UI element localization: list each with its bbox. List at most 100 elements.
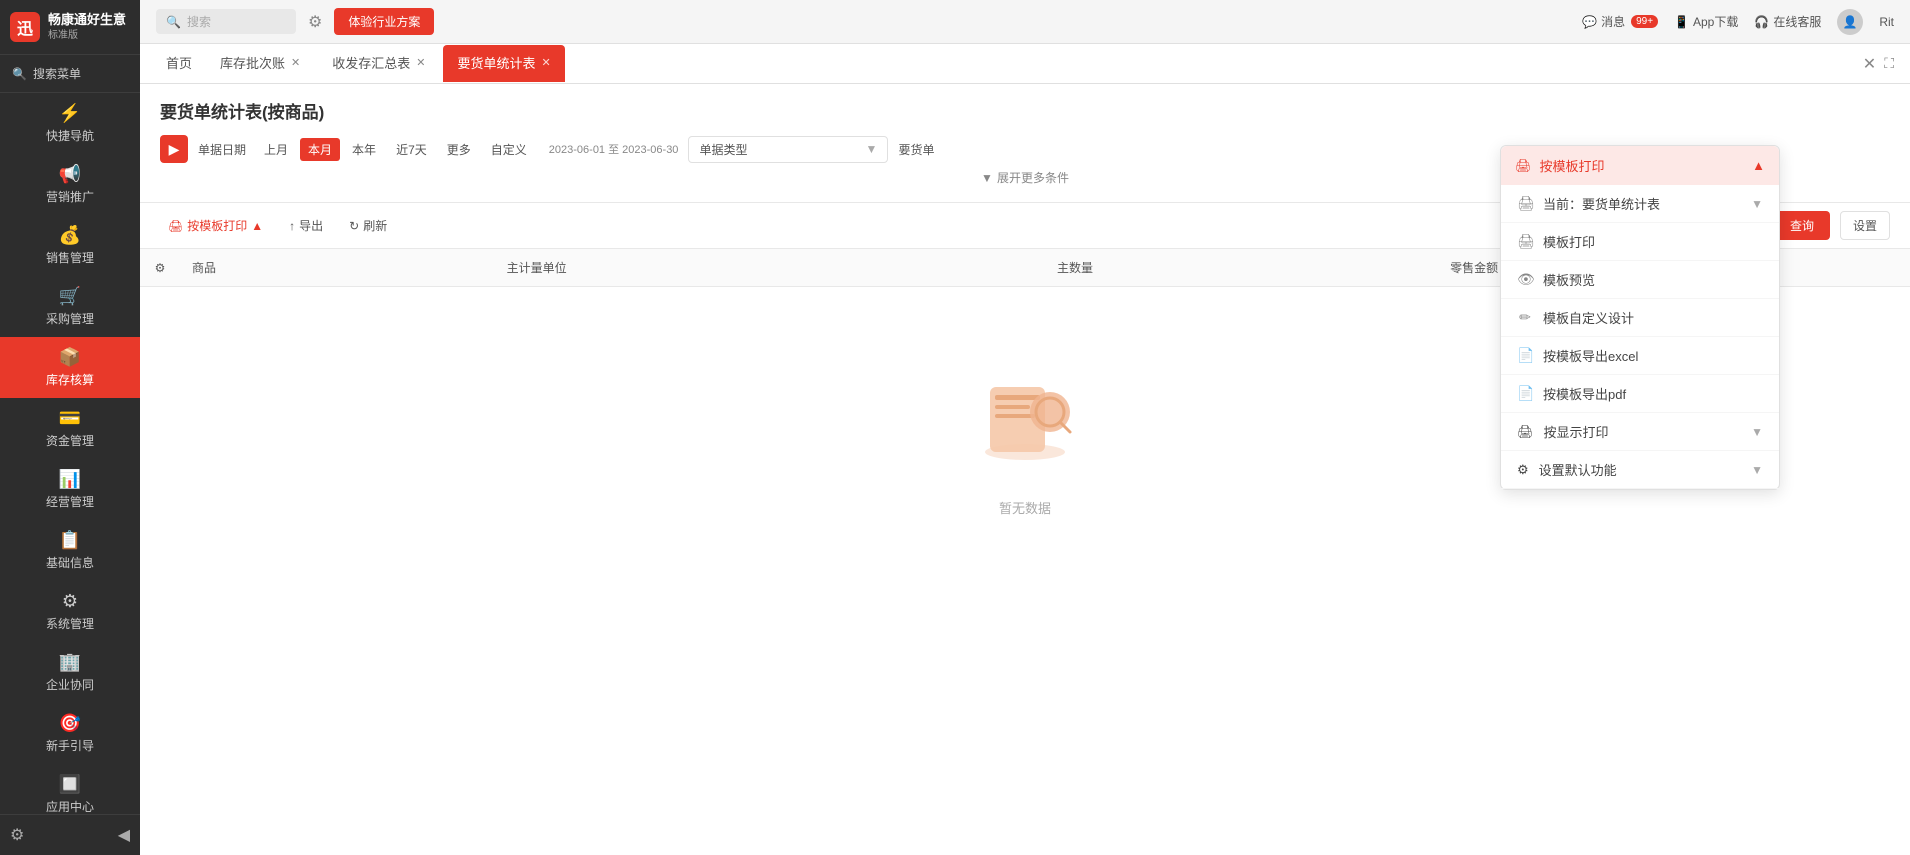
online-service-btn[interactable]: 🎧 在线客服 (1754, 13, 1821, 30)
table-col-quantity: 主数量 (1045, 249, 1438, 287)
logo-text: 畅康通好生意 标准版 (48, 12, 126, 42)
current-expand-arrow: ▼ (1751, 197, 1763, 211)
sidebar-item-marketing[interactable]: 📢 营销推广 (0, 154, 140, 215)
print-template-btn[interactable]: 🖨 按模板打印 ▲ (160, 213, 271, 238)
date-btn-this-month[interactable]: 本月 (300, 138, 340, 161)
print-dropdown: 🖨 按模板打印 ▲ 🖨 当前：要货单统计表 ▼ 🖨 模板打印 👁 模板预览 ✏ … (1500, 145, 1780, 490)
goods-filter-label: 要货单 (898, 141, 934, 158)
sidebar-logo: 迅 畅康通好生意 标准版 (0, 0, 140, 55)
template-design-label: 模板自定义设计 (1543, 308, 1634, 327)
tab-batch-account-label: 库存批次账 (220, 53, 285, 72)
tab-order-stats-close[interactable]: ✕ (542, 56, 551, 69)
sidebar-nav: ⚡ 快捷导航 📢 营销推广 💰 销售管理 🛒 采购管理 📦 库存核算 💳 资金管… (0, 93, 140, 814)
sidebar-item-sales[interactable]: 💰 销售管理 (0, 215, 140, 276)
current-label: 当前：要货单统计表 (1543, 194, 1660, 213)
refresh-icon: ↻ (349, 219, 359, 233)
template-preview-item[interactable]: 👁 模板预览 (1501, 261, 1779, 299)
type-filter-dropdown[interactable]: 单据类型 ▼ (688, 136, 888, 163)
tab-home[interactable]: 首页 (156, 45, 202, 82)
template-design-item[interactable]: ✏ 模板自定义设计 (1501, 299, 1779, 337)
export-icon: ↑ (289, 219, 295, 233)
table-col-product: 商品 (180, 249, 495, 287)
default-func-item[interactable]: ⚙ 设置默认功能 ▼ (1501, 451, 1779, 489)
logo-icon: 迅 (10, 12, 40, 42)
topbar-search[interactable]: 🔍 搜索 (156, 9, 296, 34)
sidebar-item-quick-nav[interactable]: ⚡ 快捷导航 (0, 93, 140, 154)
sidebar-item-basic[interactable]: 📋 基础信息 (0, 520, 140, 581)
sidebar-item-guide[interactable]: 🎯 新手引导 (0, 703, 140, 764)
sidebar-collapse-btn[interactable]: ◀ (118, 825, 130, 845)
display-print-item[interactable]: 🖨 按显示打印 ▼ (1501, 413, 1779, 451)
table-col-gear[interactable]: ⚙ (140, 249, 180, 287)
topbar: 🔍 搜索 ⚙ 体验行业方案 💬 消息 99+ 📱 App下载 🎧 在线客服 👤 … (140, 0, 1910, 44)
export-excel-icon: 📄 (1517, 347, 1533, 364)
table-col-unit: 主计量单位 (495, 249, 1045, 287)
filter-expand-btn[interactable]: ▶ (160, 135, 188, 163)
query-btn[interactable]: 查询 (1774, 211, 1830, 240)
tab-batch-account-close[interactable]: ✕ (291, 56, 300, 69)
refresh-label: 刷新 (363, 217, 387, 234)
print-dropdown-header[interactable]: 🖨 按模板打印 ▲ (1501, 146, 1779, 185)
sidebar-item-inventory[interactable]: 📦 库存核算 (0, 337, 140, 398)
tab-collection-summary[interactable]: 收发存汇总表 ✕ (318, 45, 439, 82)
template-design-icon: ✏ (1517, 309, 1533, 326)
tabbar: 首页 库存批次账 ✕ 收发存汇总表 ✕ 要货单统计表 ✕ ✕ ⛶ (140, 44, 1910, 84)
online-service-label: 在线客服 (1773, 13, 1821, 30)
sidebar-item-label: 资金管理 (46, 432, 94, 449)
app-download-btn[interactable]: 📱 App下载 (1674, 13, 1738, 30)
settings-btn[interactable]: 设置 (1840, 211, 1890, 240)
date-btn-7days[interactable]: 近7天 (388, 138, 435, 161)
topbar-gear-icon[interactable]: ⚙ (308, 12, 322, 32)
tab-order-stats[interactable]: 要货单统计表 ✕ (443, 45, 564, 82)
template-print-label: 模板打印 (1543, 232, 1595, 251)
empty-icon (965, 367, 1085, 486)
type-dropdown-arrow: ▼ (866, 142, 878, 156)
date-btn-this-year[interactable]: 本年 (344, 138, 384, 161)
print-header-label: 按模板打印 (1540, 156, 1605, 175)
sidebar-item-label: 销售管理 (46, 249, 94, 266)
sidebar-item-purchase[interactable]: 🛒 采购管理 (0, 276, 140, 337)
tabbar-close-btn[interactable]: ✕ (1863, 54, 1876, 74)
date-buttons: 上月 本月 本年 近7天 更多 自定义 (256, 138, 535, 161)
date-btn-last-month[interactable]: 上月 (256, 138, 296, 161)
template-print-item[interactable]: 🖨 模板打印 (1501, 223, 1779, 261)
sidebar-item-operations[interactable]: 📊 经营管理 (0, 459, 140, 520)
export-btn[interactable]: ↑ 导出 (281, 213, 331, 238)
default-func-label: 设置默认功能 (1539, 460, 1617, 479)
sidebar-item-appstore[interactable]: 🔲 应用中心 (0, 764, 140, 814)
service-icon: 🎧 (1754, 15, 1769, 29)
sidebar-item-label: 经营管理 (46, 493, 94, 510)
refresh-btn[interactable]: ↻ 刷新 (341, 213, 395, 238)
sidebar-settings-btn[interactable]: ⚙ (10, 825, 24, 845)
expand-more-label: 展开更多条件 (997, 169, 1069, 186)
tab-collection-summary-close[interactable]: ✕ (416, 56, 425, 69)
current-icon: 🖨 (1517, 195, 1533, 212)
sidebar-item-label: 基础信息 (46, 554, 94, 571)
sidebar-search[interactable]: 🔍 搜索菜单 (0, 55, 140, 93)
messages-btn[interactable]: 💬 消息 99+ (1582, 13, 1658, 30)
topbar-right: 💬 消息 99+ 📱 App下载 🎧 在线客服 👤 Rit (1582, 9, 1894, 35)
date-btn-more[interactable]: 更多 (439, 138, 479, 161)
sidebar-item-label: 系统管理 (46, 615, 94, 632)
print-current-item[interactable]: 🖨 当前：要货单统计表 ▼ (1501, 185, 1779, 223)
tabbar-expand-btn[interactable]: ⛶ (1884, 55, 1894, 72)
date-btn-custom[interactable]: 自定义 (483, 138, 535, 161)
sidebar-item-label: 应用中心 (46, 798, 94, 814)
sidebar-footer: ⚙ ◀ (0, 814, 140, 855)
template-print-icon: 🖨 (1517, 233, 1533, 250)
avatar[interactable]: 👤 (1837, 9, 1863, 35)
sidebar-item-finance[interactable]: 💳 资金管理 (0, 398, 140, 459)
tab-order-stats-label: 要货单统计表 (457, 53, 535, 72)
expand-more-btn[interactable]: ▼ 展开更多条件 (981, 169, 1069, 186)
export-pdf-item[interactable]: 📄 按模板导出pdf (1501, 375, 1779, 413)
export-excel-item[interactable]: 📄 按模板导出excel (1501, 337, 1779, 375)
display-print-label: 按显示打印 (1544, 422, 1609, 441)
sidebar-item-label: 新手引导 (46, 737, 94, 754)
tab-batch-account[interactable]: 库存批次账 ✕ (206, 45, 314, 82)
topbar-search-icon: 🔍 (166, 15, 181, 29)
sidebar-item-enterprise[interactable]: 🏢 企业协同 (0, 642, 140, 703)
trial-btn[interactable]: 体验行业方案 (334, 8, 434, 35)
sidebar-item-system[interactable]: ⚙ 系统管理 (0, 581, 140, 642)
print-btn-label: 按模板打印 (187, 217, 247, 234)
sales-icon: 💰 (59, 225, 81, 246)
